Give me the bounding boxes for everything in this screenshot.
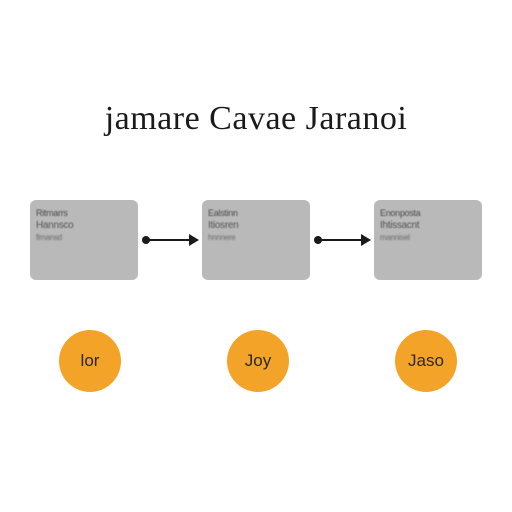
box-label: Ihtissacnt — [380, 220, 476, 231]
stage-row: Ritmarrs Hannsco fimansd Ealstinn Itiosr… — [0, 200, 512, 280]
box-label: mannisel — [380, 233, 476, 242]
box-label: Itiosren — [208, 220, 304, 231]
box-label: hnnnere — [208, 233, 304, 242]
arrow-icon — [142, 239, 198, 241]
page-title: jamare Cavae Jaranoi — [0, 100, 512, 138]
circle-badge-1: lor — [59, 330, 121, 392]
circle-row: lor Joy Jaso — [0, 330, 512, 392]
box-label: Ealstinn — [208, 208, 304, 218]
stage-box-3: Enonposta Ihtissacnt mannisel — [374, 200, 482, 280]
box-label: Hannsco — [36, 220, 132, 231]
stage-box-2: Ealstinn Itiosren hnnnere — [202, 200, 310, 280]
box-label: Enonposta — [380, 208, 476, 218]
stage-box-1: Ritmarrs Hannsco fimansd — [30, 200, 138, 280]
arrow-icon — [314, 239, 370, 241]
circle-badge-3: Jaso — [395, 330, 457, 392]
box-label: Ritmarrs — [36, 208, 132, 218]
circle-badge-2: Joy — [227, 330, 289, 392]
box-label: fimansd — [36, 233, 132, 242]
